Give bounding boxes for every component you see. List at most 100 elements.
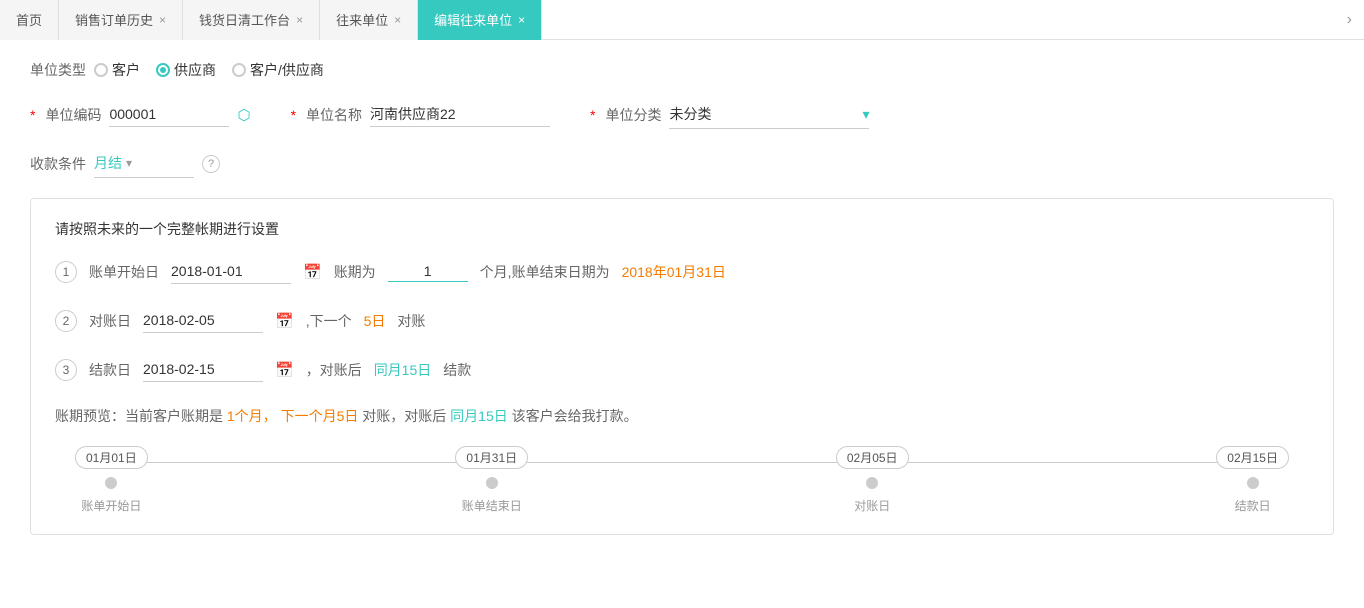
step-2-row: 2 对账日 📅 ,下一个 5日 对账 <box>55 308 1309 333</box>
copy-icon[interactable]: ⬡ <box>237 106 250 124</box>
unit-name-input[interactable] <box>370 102 550 127</box>
timeline-label-2: 对账日 <box>854 497 890 514</box>
step-2-num: 2 <box>55 310 77 332</box>
timeline-badge-1: 01月31日 <box>455 446 528 469</box>
close-counterparty-icon[interactable]: × <box>394 13 401 27</box>
radio-group: 客户 供应商 客户/供应商 <box>94 60 324 80</box>
step-3-row: 3 结款日 📅 ，对账后 同月15日 结款 <box>55 357 1309 382</box>
unit-category-select[interactable]: 未分类 ▾ <box>669 100 869 129</box>
timeline-label-1: 账单结束日 <box>462 497 522 514</box>
unit-category-value: 未分类 <box>669 104 711 124</box>
dropdown-arrow-icon: ▾ <box>126 156 132 170</box>
step-1-row: 1 账单开始日 📅 账期为 个月,账单结束日期为 2018年01月31日 <box>55 259 1309 284</box>
timeline-label-3: 结款日 <box>1235 497 1271 514</box>
unit-category-label: 单位分类 <box>605 105 661 125</box>
step-1-num: 1 <box>55 261 77 283</box>
step-3-prefix: ，对账后 <box>306 360 362 380</box>
help-icon[interactable]: ? <box>202 155 220 173</box>
timeline-badge-2: 02月05日 <box>836 446 909 469</box>
tab-home-label: 首页 <box>16 10 42 29</box>
unit-name-star: * <box>291 107 296 123</box>
timeline-badge-3: 02月15日 <box>1216 446 1289 469</box>
timeline: 01月01日 账单开始日 01月31日 账单结束日 02月05日 <box>55 446 1309 514</box>
unit-code-label: 单位编码 <box>45 105 101 125</box>
step-1-suffix: 账期为 <box>334 262 376 282</box>
timeline-dot-1 <box>486 477 498 489</box>
step-3-num: 3 <box>55 359 77 381</box>
preview-text: 账期预览：当前客户账期是 1个月， 下一个月5日 对账，对账后 同月15日 该客… <box>55 406 1309 426</box>
tab-sales-history-label: 销售订单历史 <box>75 10 153 29</box>
preview-middle: 对账，对账后 <box>362 408 446 424</box>
step-3-date-input[interactable] <box>143 357 263 382</box>
payment-terms-label: 收款条件 <box>30 154 86 174</box>
unit-details-row: * 单位编码 ⬡ * 单位名称 * 单位分类 未分类 ▾ <box>30 100 1334 129</box>
settings-panel: 请按照未来的一个完整帐期进行设置 1 账单开始日 📅 账期为 个月,账单结束日期… <box>30 198 1334 535</box>
step-1-date-input[interactable] <box>171 259 291 284</box>
unit-category-star: * <box>590 107 595 123</box>
radio-customer-label: 客户 <box>112 60 140 80</box>
tab-counterparty-label: 往来单位 <box>336 10 388 29</box>
radio-customer-circle <box>94 63 108 77</box>
tab-cashflow[interactable]: 钱货日清工作台 × <box>183 0 320 40</box>
radio-supplier-label: 供应商 <box>174 60 216 80</box>
unit-code-input[interactable] <box>109 102 229 127</box>
unit-type-group: 单位类型 客户 供应商 客户/供应商 <box>30 60 324 80</box>
step-2-suffix: 对账 <box>397 311 425 331</box>
tab-sales-history[interactable]: 销售订单历史 × <box>59 0 183 40</box>
panel-title: 请按照未来的一个完整帐期进行设置 <box>55 219 1309 239</box>
payment-terms-row: 收款条件 月结 ▾ ? <box>30 149 1334 178</box>
unit-type-label: 单位类型 <box>30 60 86 80</box>
unit-name-group: * 单位名称 <box>291 102 550 127</box>
timeline-dot-2 <box>866 477 878 489</box>
timeline-point-3: 02月15日 结款日 <box>1216 446 1289 514</box>
radio-customer-supplier[interactable]: 客户/供应商 <box>232 60 324 80</box>
step-2-label: 对账日 <box>89 311 131 331</box>
close-edit-counterparty-icon[interactable]: × <box>518 13 525 27</box>
timeline-badge-0: 01月01日 <box>75 446 148 469</box>
radio-supplier-circle <box>156 63 170 77</box>
step-1-label: 账单开始日 <box>89 262 159 282</box>
tab-edit-counterparty-label: 编辑往来单位 <box>434 10 512 29</box>
timeline-dot-3 <box>1247 477 1259 489</box>
close-sales-history-icon[interactable]: × <box>159 13 166 27</box>
step-2-highlight: 5日 <box>364 311 386 331</box>
unit-category-group: * 单位分类 未分类 ▾ <box>590 100 869 129</box>
preview-part3: 同月15日 <box>450 408 508 424</box>
step-2-calendar-icon[interactable]: 📅 <box>275 312 294 330</box>
payment-terms-group: 收款条件 月结 ▾ ? <box>30 149 220 178</box>
tab-cashflow-label: 钱货日清工作台 <box>199 10 290 29</box>
timeline-label-0: 账单开始日 <box>81 497 141 514</box>
timeline-point-0: 01月01日 账单开始日 <box>75 446 148 514</box>
tab-more-button[interactable]: › <box>1335 11 1364 29</box>
unit-name-label: 单位名称 <box>306 105 362 125</box>
tab-edit-counterparty[interactable]: 编辑往来单位 × <box>418 0 542 40</box>
unit-type-row: 单位类型 客户 供应商 客户/供应商 <box>30 60 1334 80</box>
step-1-calendar-icon[interactable]: 📅 <box>303 263 322 281</box>
preview-prefix: 账期预览：当前客户账期是 <box>55 408 223 424</box>
radio-supplier[interactable]: 供应商 <box>156 60 216 80</box>
radio-customer[interactable]: 客户 <box>94 60 140 80</box>
step-2-prefix: ,下一个 <box>306 311 352 331</box>
tab-counterparty[interactable]: 往来单位 × <box>320 0 418 40</box>
tab-home[interactable]: 首页 <box>0 0 59 40</box>
step-3-label: 结款日 <box>89 360 131 380</box>
step-1-end-date: 2018年01月31日 <box>622 262 726 282</box>
step-3-suffix: 结款 <box>443 360 471 380</box>
step-2-date-input[interactable] <box>143 308 263 333</box>
unit-code-group: * 单位编码 ⬡ <box>30 102 251 127</box>
timeline-points: 01月01日 账单开始日 01月31日 账单结束日 02月05日 <box>75 446 1289 514</box>
main-content: 单位类型 客户 供应商 客户/供应商 * 单位编码 <box>0 40 1364 608</box>
tab-bar: 首页 销售订单历史 × 钱货日清工作台 × 往来单位 × 编辑往来单位 × › <box>0 0 1364 40</box>
step-3-highlight: 同月15日 <box>374 360 432 380</box>
step-1-period-input[interactable] <box>388 261 468 282</box>
timeline-point-1: 01月31日 账单结束日 <box>455 446 528 514</box>
step-3-calendar-icon[interactable]: 📅 <box>275 361 294 379</box>
unit-code-star: * <box>30 107 35 123</box>
radio-customer-supplier-label: 客户/供应商 <box>250 60 324 80</box>
payment-terms-value: 月结 <box>94 153 122 173</box>
payment-terms-dropdown[interactable]: 月结 ▾ <box>94 149 194 178</box>
preview-suffix: 该客户会给我打款。 <box>512 408 638 424</box>
radio-customer-supplier-circle <box>232 63 246 77</box>
timeline-dot-0 <box>105 477 117 489</box>
close-cashflow-icon[interactable]: × <box>296 13 303 27</box>
